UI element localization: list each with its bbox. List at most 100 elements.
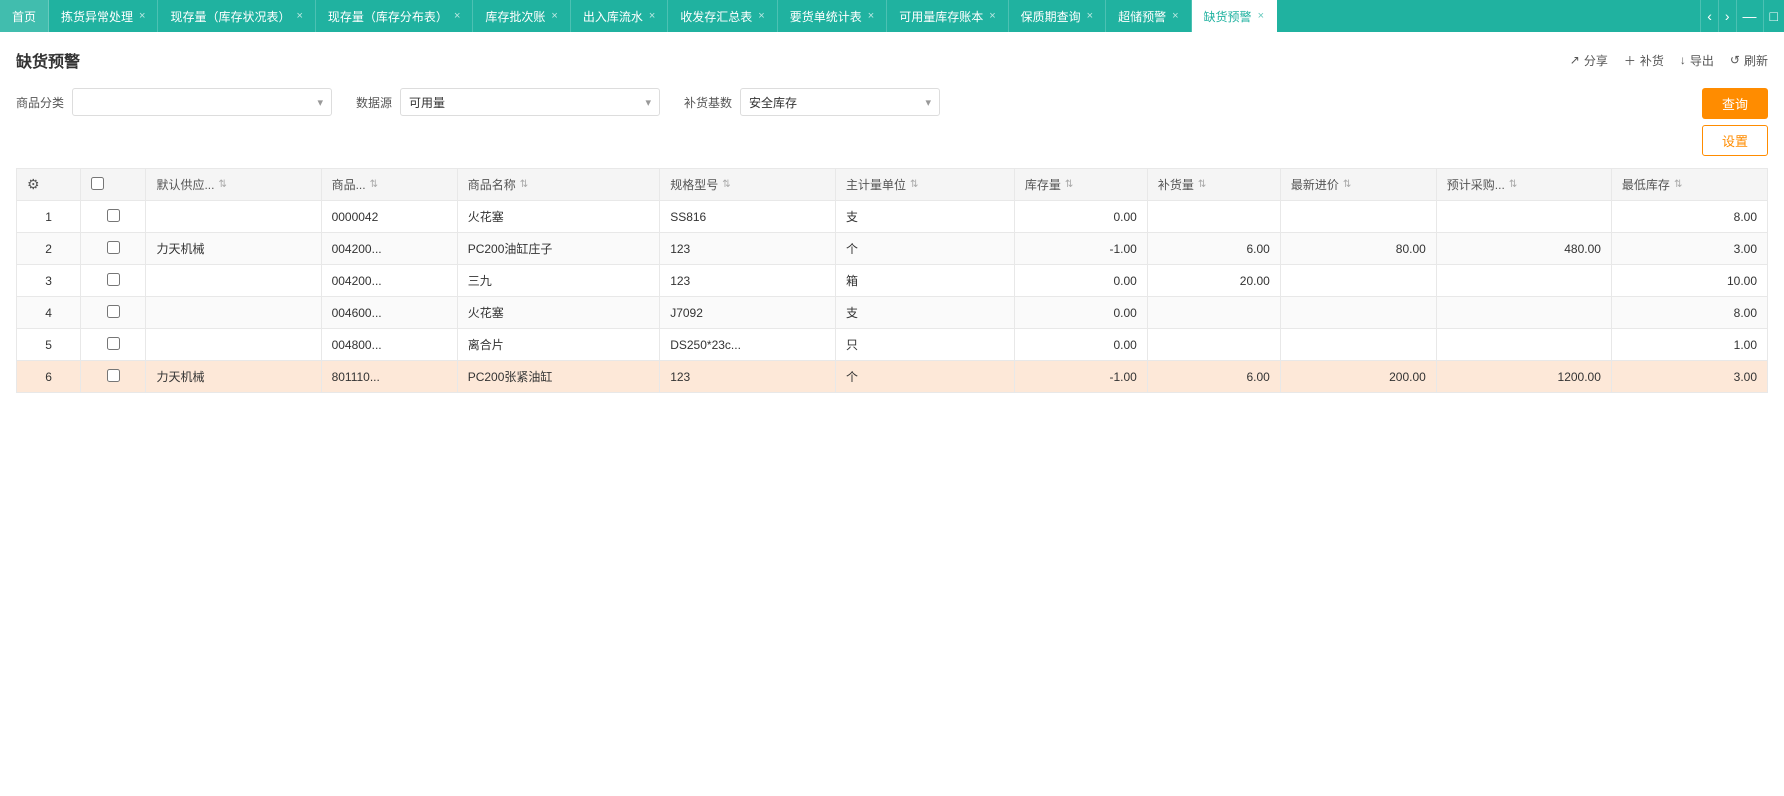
th-stock[interactable]: 库存量⇅ <box>1014 169 1147 201</box>
sort-icon-minstock: ⇅ <box>1674 179 1682 190</box>
tab-inventory-dist[interactable]: 现存量（库存分布表） × <box>316 0 473 32</box>
th-checkbox[interactable] <box>81 169 146 201</box>
data-source-select[interactable]: 可用量 <box>400 88 660 116</box>
row-min-stock-5: 1.00 <box>1611 329 1767 361</box>
tab-close-available[interactable]: × <box>989 10 995 22</box>
row-product-name-5: 离合片 <box>457 329 660 361</box>
th-unit[interactable]: 主计量单位⇅ <box>835 169 1014 201</box>
th-product-code[interactable]: 商品...⇅ <box>321 169 457 201</box>
replenish-base-select[interactable]: 安全库存 <box>740 88 940 116</box>
row-checkbox-6[interactable] <box>81 361 146 393</box>
row-num-3: 3 <box>17 265 81 297</box>
tab-home[interactable]: 首页 <box>0 0 49 32</box>
tab-inventory-status[interactable]: 现存量（库存状况表） × <box>158 0 315 32</box>
tab-prev-btn[interactable]: ‹ <box>1700 0 1718 32</box>
th-default-supplier[interactable]: 默认供应...⇅ <box>146 169 321 201</box>
tab-close-inventory-dist[interactable]: × <box>454 10 460 22</box>
page-title: 缺货预警 <box>16 48 80 72</box>
tab-close-expiry[interactable]: × <box>1087 10 1093 22</box>
tab-shortage[interactable]: 缺货预警 × <box>1192 0 1277 32</box>
tab-navigation: ‹ › — □ <box>1700 0 1784 32</box>
th-latest-price[interactable]: 最新进价⇅ <box>1280 169 1436 201</box>
sort-icon-name: ⇅ <box>520 179 528 190</box>
tab-close-batch[interactable]: × <box>551 10 557 22</box>
tab-demand[interactable]: 要货单统计表 × <box>778 0 887 32</box>
tab-batch[interactable]: 库存批次账 × <box>473 0 570 32</box>
commodity-class-select[interactable] <box>72 88 332 116</box>
export-action[interactable]: ↓ 导出 <box>1680 52 1714 69</box>
tab-close-flow[interactable]: × <box>649 10 655 22</box>
th-min-stock[interactable]: 最低库存⇅ <box>1611 169 1767 201</box>
tab-close-overstock[interactable]: × <box>1172 10 1178 22</box>
tab-flow[interactable]: 出入库流水 × <box>571 0 668 32</box>
row-min-stock-3: 10.00 <box>1611 265 1767 297</box>
replenish-action[interactable]: ＋ 补货 <box>1624 52 1664 69</box>
refresh-icon: ↺ <box>1730 53 1740 67</box>
tab-abnormal[interactable]: 拣货异常处理 × <box>49 0 158 32</box>
row-checkbox-3[interactable] <box>81 265 146 297</box>
refresh-action[interactable]: ↺ 刷新 <box>1730 52 1768 69</box>
th-spec[interactable]: 规格型号⇅ <box>660 169 836 201</box>
row-spec-3: 123 <box>660 265 836 297</box>
table-row: 5 004800... 离合片 DS250*23c... 只 0.00 1.00 <box>17 329 1768 361</box>
row-replenish-qty-6: 6.00 <box>1147 361 1280 393</box>
row-select-checkbox-1[interactable] <box>107 209 120 222</box>
row-checkbox-5[interactable] <box>81 329 146 361</box>
tab-close-summary[interactable]: × <box>758 10 764 22</box>
tab-available[interactable]: 可用量库存账本 × <box>887 0 1008 32</box>
row-replenish-qty-3: 20.00 <box>1147 265 1280 297</box>
replenish-base-label: 补货基数 <box>684 94 732 111</box>
tab-close-demand[interactable]: × <box>868 10 874 22</box>
row-latest-price-2: 80.00 <box>1280 233 1436 265</box>
row-select-checkbox-2[interactable] <box>107 241 120 254</box>
tab-close-abnormal[interactable]: × <box>139 10 145 22</box>
row-checkbox-1[interactable] <box>81 201 146 233</box>
row-checkbox-2[interactable] <box>81 233 146 265</box>
row-latest-price-4 <box>1280 297 1436 329</box>
row-product-code-3: 004200... <box>321 265 457 297</box>
row-product-name-1: 火花塞 <box>457 201 660 233</box>
row-select-checkbox-3[interactable] <box>107 273 120 286</box>
action-buttons: 查询 设置 <box>1702 88 1768 156</box>
row-select-checkbox-4[interactable] <box>107 305 120 318</box>
select-all-checkbox[interactable] <box>91 177 104 190</box>
th-gear[interactable]: ⚙ <box>17 169 81 201</box>
tab-close-shortage[interactable]: × <box>1258 10 1264 22</box>
row-stock-4: 0.00 <box>1014 297 1147 329</box>
share-action[interactable]: ↗ 分享 <box>1570 52 1608 69</box>
tab-minimize-btn[interactable]: — <box>1736 0 1763 32</box>
tab-expiry[interactable]: 保质期查询 × <box>1009 0 1106 32</box>
table-row: 6 力天机械 801110... PC200张紧油缸 123 个 -1.00 6… <box>17 361 1768 393</box>
filter-row: 商品分类 数据源 可用量 补货基数 安全库存 <box>16 88 1686 116</box>
row-spec-6: 123 <box>660 361 836 393</box>
row-product-name-6: PC200张紧油缸 <box>457 361 660 393</box>
th-product-name[interactable]: 商品名称⇅ <box>457 169 660 201</box>
sort-icon-estimated: ⇅ <box>1509 179 1517 190</box>
th-estimated-purchase[interactable]: 预计采购...⇅ <box>1436 169 1611 201</box>
row-product-code-2: 004200... <box>321 233 457 265</box>
sort-icon-replenish: ⇅ <box>1198 179 1206 190</box>
query-button[interactable]: 查询 <box>1702 88 1768 119</box>
row-spec-2: 123 <box>660 233 836 265</box>
filter-data-source: 数据源 可用量 <box>356 88 660 116</box>
filter-replenish-base: 补货基数 安全库存 <box>684 88 940 116</box>
tab-maximize-btn[interactable]: □ <box>1763 0 1784 32</box>
th-replenish-qty[interactable]: 补货量⇅ <box>1147 169 1280 201</box>
tab-summary[interactable]: 收发存汇总表 × <box>668 0 777 32</box>
row-checkbox-4[interactable] <box>81 297 146 329</box>
sort-icon-unit: ⇅ <box>910 179 918 190</box>
main-content: 缺货预警 ↗ 分享 ＋ 补货 ↓ 导出 ↺ 刷新 <box>0 32 1784 796</box>
row-replenish-qty-4 <box>1147 297 1280 329</box>
tab-overstock[interactable]: 超储预警 × <box>1106 0 1191 32</box>
tab-next-btn[interactable]: › <box>1718 0 1736 32</box>
row-num-5: 5 <box>17 329 81 361</box>
row-select-checkbox-6[interactable] <box>107 369 120 382</box>
sort-icon-price: ⇅ <box>1343 179 1351 190</box>
row-latest-price-3 <box>1280 265 1436 297</box>
row-replenish-qty-5 <box>1147 329 1280 361</box>
tab-close-inventory-status[interactable]: × <box>296 10 302 22</box>
settings-button[interactable]: 设置 <box>1702 125 1768 156</box>
row-estimated-purchase-5 <box>1436 329 1611 361</box>
sort-icon-supplier: ⇅ <box>218 179 226 190</box>
row-select-checkbox-5[interactable] <box>107 337 120 350</box>
